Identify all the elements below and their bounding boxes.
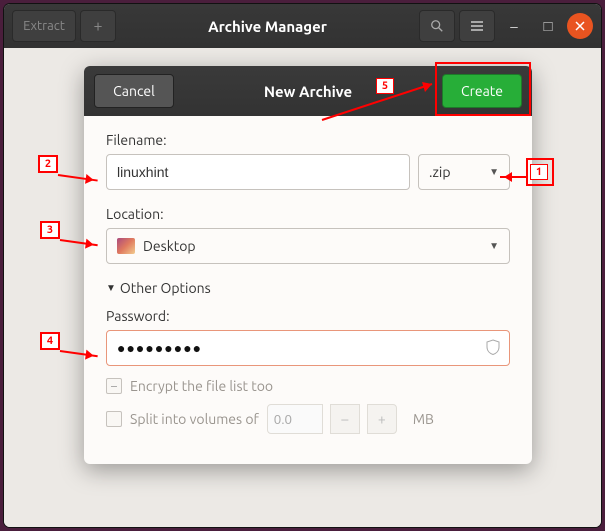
- other-options-expander[interactable]: ▼ Other Options: [106, 280, 510, 296]
- extension-select[interactable]: .zip ▼: [418, 154, 510, 190]
- hamburger-menu-button[interactable]: [459, 10, 495, 42]
- password-input[interactable]: [106, 330, 510, 366]
- dialog-header: Cancel New Archive Create: [84, 66, 532, 116]
- encrypt-label: Encrypt the file list too: [130, 378, 273, 394]
- other-options-label: Other Options: [120, 280, 211, 296]
- close-button[interactable]: [567, 13, 593, 39]
- dialog-title: New Archive: [174, 83, 442, 100]
- close-icon: [575, 21, 585, 31]
- new-archive-button[interactable]: +: [80, 10, 116, 42]
- dialog-body: Filename: .zip ▼ Location: Desktop ▼ ▼: [84, 116, 532, 464]
- archive-manager-window: Extract + Archive Manager – □ Cancel New…: [4, 4, 601, 527]
- split-label: Split into volumes of: [130, 411, 259, 427]
- triangle-down-icon: ▼: [106, 282, 116, 294]
- extension-value: .zip: [429, 164, 451, 180]
- filename-label: Filename:: [106, 132, 510, 148]
- create-button[interactable]: Create: [442, 74, 522, 108]
- encrypt-checkbox: –: [106, 378, 122, 394]
- window-title: Archive Manager: [120, 18, 415, 35]
- split-increment-button[interactable]: +: [367, 404, 397, 434]
- location-select[interactable]: Desktop ▼: [106, 228, 510, 264]
- split-volumes-row: Split into volumes of – + MB: [106, 404, 510, 434]
- hamburger-icon: [470, 20, 484, 32]
- search-button[interactable]: [419, 10, 455, 42]
- maximize-button[interactable]: □: [533, 13, 563, 39]
- chevron-down-icon: ▼: [489, 166, 499, 178]
- extract-button[interactable]: Extract: [12, 10, 76, 42]
- shield-icon[interactable]: [484, 338, 502, 356]
- encrypt-filelist-row: – Encrypt the file list too: [106, 378, 510, 394]
- titlebar: Extract + Archive Manager – □: [4, 4, 601, 48]
- chevron-down-icon: ▼: [489, 240, 499, 252]
- location-value: Desktop: [143, 238, 196, 254]
- password-label: Password:: [106, 308, 510, 324]
- cancel-button[interactable]: Cancel: [94, 74, 174, 108]
- split-checkbox[interactable]: [106, 411, 122, 427]
- new-archive-dialog: Cancel New Archive Create Filename: .zip…: [84, 66, 532, 464]
- location-label: Location:: [106, 206, 510, 222]
- minimize-button[interactable]: –: [499, 13, 529, 39]
- split-size-input[interactable]: [267, 404, 323, 434]
- desktop-icon: [117, 238, 135, 254]
- filename-input[interactable]: [106, 154, 410, 190]
- split-unit-label: MB: [413, 411, 434, 427]
- search-icon: [430, 19, 444, 33]
- split-decrement-button[interactable]: –: [330, 404, 360, 434]
